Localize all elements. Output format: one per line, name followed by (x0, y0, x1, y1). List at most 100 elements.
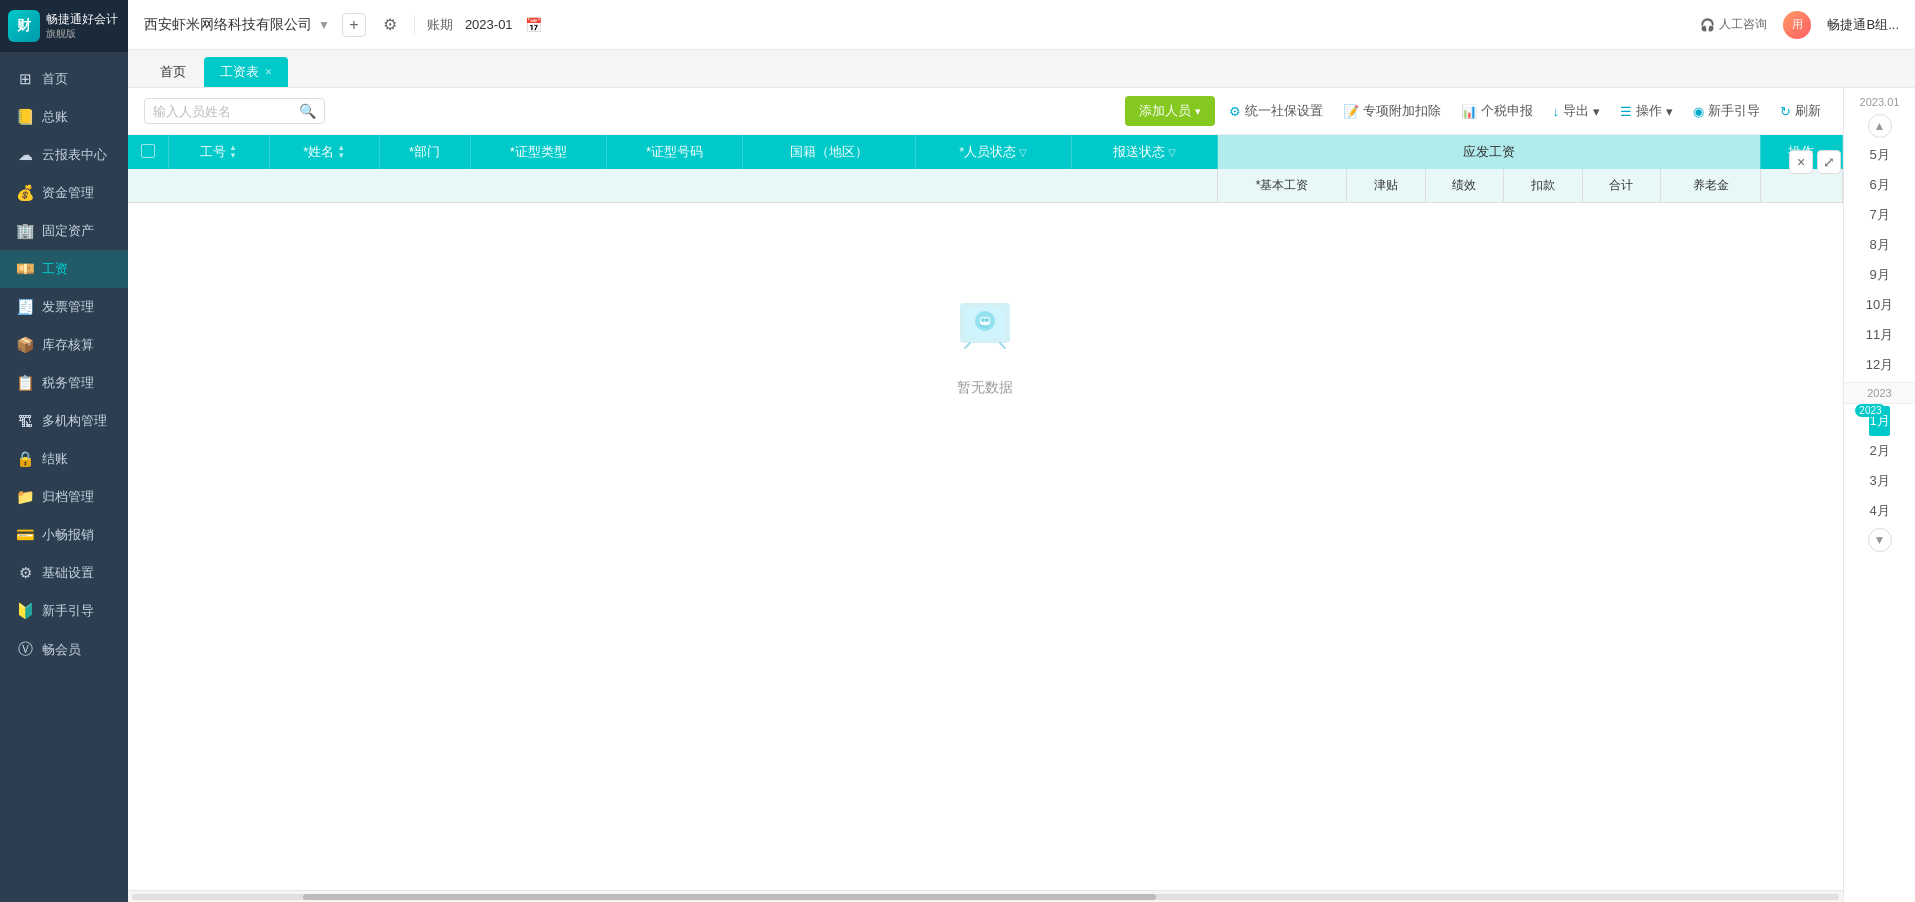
sidebar-label-tax: 税务管理 (42, 374, 94, 392)
search-icon: 🔍 (299, 103, 316, 119)
social-security-button[interactable]: ⚙ 统一社保设置 (1223, 98, 1329, 124)
horizontal-scrollbar[interactable] (128, 890, 1843, 902)
header-id-type: *证型类型 (470, 135, 606, 169)
panel-expand-button[interactable]: ⤢ (1817, 150, 1841, 174)
service-button[interactable]: 🎧 人工咨询 (1700, 16, 1767, 33)
home-icon: ⊞ (16, 70, 34, 88)
sidebar-item-home[interactable]: ⊞ 首页 (0, 60, 128, 98)
month-item[interactable]: 1月2023 (1869, 406, 1889, 436)
select-all-checkbox[interactable] (141, 144, 155, 158)
report-filter-icon[interactable]: ▽ (1168, 147, 1176, 158)
settings-icon: ⚙ (16, 564, 34, 582)
month-item[interactable]: 5月 (1866, 140, 1893, 170)
sidebar-item-archive[interactable]: 📁 归档管理 (0, 478, 128, 516)
tab-salary-table[interactable]: 工资表 × (204, 57, 288, 87)
svg-line-6 (965, 343, 970, 348)
sub-header-base: *基本工资 (1218, 169, 1347, 203)
header-salary-group: 应发工资 (1218, 135, 1761, 169)
search-wrap: 🔍 (144, 98, 325, 124)
tab-home-label: 首页 (160, 63, 186, 81)
export-button[interactable]: ↓ 导出 ▾ (1547, 98, 1607, 124)
sidebar-item-fund[interactable]: 💰 资金管理 (0, 174, 128, 212)
scrollbar-thumb[interactable] (303, 894, 1157, 900)
month-picker-panel: 2023.01 ▲ 5月6月7月8月9月10月11月12月 2023 1月202… (1843, 88, 1915, 902)
tab-home[interactable]: 首页 (144, 57, 202, 87)
sidebar-nav: ⊞ 首页 📒 总账 ☁ 云报表中心 💰 资金管理 🏢 固定资产 💴 工资 🧾 发… (0, 52, 128, 902)
sub-header-pension: 养老金 (1661, 169, 1761, 203)
sidebar-label-assets: 固定资产 (42, 222, 94, 240)
sidebar-item-tax[interactable]: 📋 税务管理 (0, 364, 128, 402)
operations-button[interactable]: ☰ 操作 ▾ (1614, 98, 1679, 124)
search-input[interactable] (153, 104, 293, 119)
add-person-button[interactable]: 添加人员 ▾ (1125, 96, 1215, 126)
logo-text: 畅捷通好会计 (46, 11, 118, 28)
header-dept: *部门 (379, 135, 470, 169)
sidebar-item-multi-org[interactable]: 🏗 多机构管理 (0, 402, 128, 440)
personal-tax-button[interactable]: 📊 个税申报 (1455, 98, 1539, 124)
sidebar-item-fixed-assets[interactable]: 🏢 固定资产 (0, 212, 128, 250)
sidebar-item-settings[interactable]: ⚙ 基础设置 (0, 554, 128, 592)
invoice-icon: 🧾 (16, 298, 34, 316)
month-item[interactable]: 7月 (1866, 200, 1893, 230)
sidebar-label-fund: 资金管理 (42, 184, 94, 202)
toolbar-right: 添加人员 ▾ ⚙ 统一社保设置 📝 专项附加扣除 📊 个税申报 (1125, 96, 1828, 126)
add-person-label: 添加人员 (1139, 102, 1191, 120)
refresh-button[interactable]: ↻ 刷新 (1774, 98, 1827, 124)
sidebar-item-vip[interactable]: Ⓥ 畅会员 (0, 630, 128, 669)
sidebar-item-guide[interactable]: 🔰 新手引导 (0, 592, 128, 630)
month-item[interactable]: 3月 (1869, 466, 1889, 496)
export-dropdown-arrow: ▾ (1593, 104, 1600, 119)
add-company-button[interactable]: + (342, 13, 366, 37)
special-deduction-button[interactable]: 📝 专项附加扣除 (1337, 98, 1447, 124)
headset-icon: 🎧 (1700, 18, 1715, 32)
tab-close-icon[interactable]: × (265, 65, 272, 79)
header-country: 国籍（地区） (743, 135, 916, 169)
social-security-label: 统一社保设置 (1245, 102, 1323, 120)
sidebar-item-cloud-report[interactable]: ☁ 云报表中心 (0, 136, 128, 174)
month-item[interactable]: 6月 (1866, 170, 1893, 200)
month-item[interactable]: 12月 (1866, 350, 1893, 380)
svg-point-4 (981, 318, 985, 322)
sidebar-item-inventory[interactable]: 📦 库存核算 (0, 326, 128, 364)
company-name: 西安虾米网络科技有限公司 (144, 16, 312, 34)
sidebar-item-expense[interactable]: 💳 小畅报销 (0, 516, 128, 554)
user-avatar: 用 (1783, 11, 1811, 39)
org-icon: 🏗 (16, 413, 34, 430)
sub-header-performance: 绩效 (1425, 169, 1504, 203)
month-prev-button[interactable]: ▲ (1868, 114, 1892, 138)
period-display: 2023.01 (1860, 92, 1900, 112)
operations-icon: ☰ (1620, 104, 1632, 119)
sidebar-label-ledger: 总账 (42, 108, 68, 126)
service-label: 人工咨询 (1719, 16, 1767, 33)
table-header-row: 工号 ▲▼ *姓名 ▲▼ *部门 *证型类型 (128, 135, 1843, 169)
company-settings-button[interactable]: ⚙ (378, 13, 402, 37)
year-badge-2023: 2023 (1844, 382, 1915, 404)
month-item[interactable]: 8月 (1866, 230, 1893, 260)
assets-icon: 🏢 (16, 222, 34, 240)
month-item[interactable]: 11月 (1866, 320, 1893, 350)
curr-year-months: 1月20232月3月4月 (1869, 406, 1889, 526)
operations-dropdown-arrow: ▾ (1666, 104, 1673, 119)
month-item[interactable]: 4月 (1869, 496, 1889, 526)
calendar-icon[interactable]: 📅 (525, 17, 542, 33)
month-item[interactable]: 10月 (1866, 290, 1893, 320)
header-number: 工号 ▲▼ (168, 135, 269, 169)
sidebar-item-invoice[interactable]: 🧾 发票管理 (0, 288, 128, 326)
company-selector[interactable]: 西安虾米网络科技有限公司 ▼ (144, 16, 330, 34)
month-item[interactable]: 9月 (1866, 260, 1893, 290)
cloud-icon: ☁ (16, 146, 34, 164)
month-next-button[interactable]: ▼ (1868, 528, 1892, 552)
guide-button[interactable]: ◉ 新手引导 (1687, 98, 1766, 124)
guide-action-icon: ◉ (1693, 104, 1704, 119)
header-name: *姓名 ▲▼ (269, 135, 379, 169)
month-item[interactable]: 2月 (1869, 436, 1889, 466)
sidebar-item-close[interactable]: 🔒 结账 (0, 440, 128, 478)
header-id-number: *证型号码 (606, 135, 742, 169)
status-filter-icon[interactable]: ▽ (1019, 147, 1027, 158)
panel-close-button[interactable]: × (1789, 150, 1813, 174)
sidebar-label-guide: 新手引导 (42, 602, 94, 620)
tax-icon: 📋 (16, 374, 34, 392)
empty-text: 暂无数据 (957, 379, 1013, 397)
sidebar-item-salary[interactable]: 💴 工资 (0, 250, 128, 288)
sidebar-item-ledger[interactable]: 📒 总账 (0, 98, 128, 136)
